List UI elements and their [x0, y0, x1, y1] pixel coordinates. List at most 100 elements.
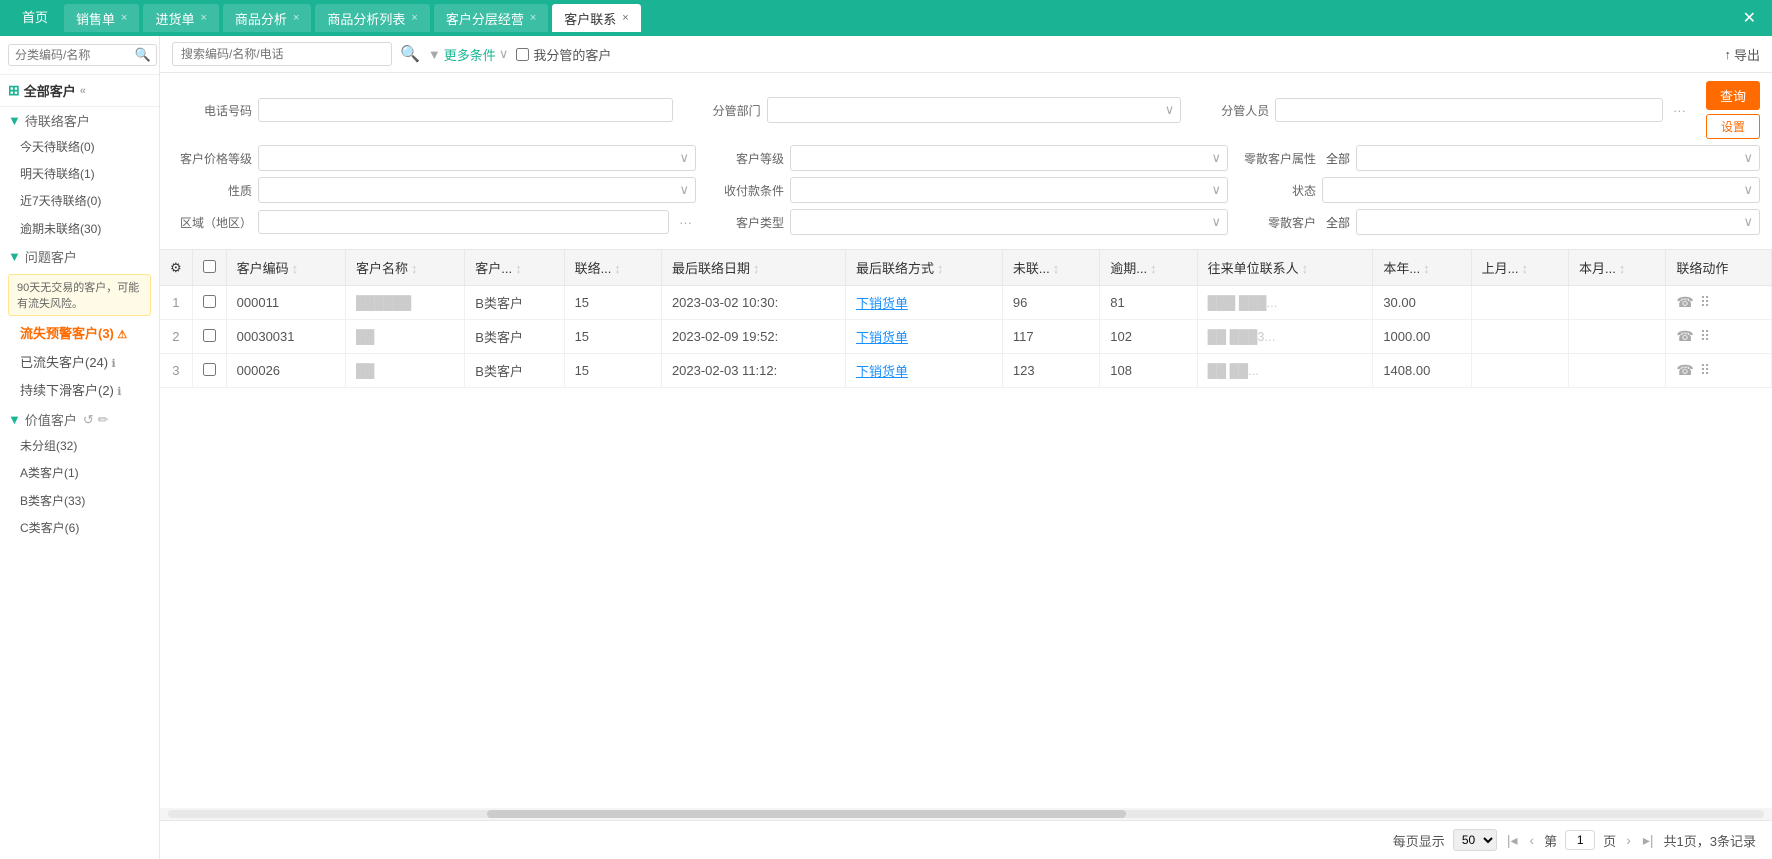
more-icon-3[interactable]: ⠿: [1700, 362, 1710, 379]
tab-customer-contact[interactable]: 客户联系 ×: [552, 4, 640, 32]
tab-purchase[interactable]: 进货单 ×: [143, 4, 218, 32]
col-overdue[interactable]: 逾期...↕: [1100, 250, 1197, 286]
filter-price-level: 客户价格等级 ∨: [172, 145, 696, 171]
sidebar-item-declining[interactable]: 持续下滑客户(2) ℹ: [0, 377, 159, 406]
sidebar-item-b-class[interactable]: B类客户(33): [0, 488, 159, 515]
my-customers-label[interactable]: 我分管的客户: [516, 45, 611, 64]
contact-icon-1[interactable]: ☎: [1676, 294, 1693, 311]
sidebar-group-value[interactable]: ▼ 价值客户 ↺ ✏: [0, 406, 159, 433]
sidebar-item-c-class[interactable]: C类客户(6): [0, 515, 159, 542]
col-this-month[interactable]: 本月...↕: [1569, 250, 1666, 286]
row-select-2[interactable]: [203, 329, 216, 342]
status-select[interactable]: ∨: [1322, 177, 1760, 203]
customer-level-select[interactable]: ∨: [790, 145, 1228, 171]
phone-input[interactable]: [258, 98, 673, 122]
row-select-3[interactable]: [203, 363, 216, 376]
horizontal-scrollbar[interactable]: [160, 808, 1772, 820]
col-type[interactable]: 客户...↕: [465, 250, 564, 286]
contact-icon-3[interactable]: ☎: [1676, 362, 1693, 379]
tab-customer-segment[interactable]: 客户分层经营 ×: [434, 4, 548, 32]
sidebar-item-churn-warning[interactable]: 流失预警客户(3) ⚠: [0, 320, 159, 349]
next-page-button[interactable]: ›: [1624, 832, 1633, 848]
table-row: 1 000011 ██████ B类客户 15 2023-03-02 10:30…: [160, 286, 1772, 320]
edit-icon[interactable]: ✏: [98, 412, 109, 428]
refresh-icon[interactable]: ↺: [83, 412, 94, 428]
manager-input[interactable]: [1275, 98, 1663, 122]
col-last-date[interactable]: 最后联络日期↕: [661, 250, 845, 286]
close-tab-analysis-list[interactable]: ×: [411, 12, 417, 24]
col-unlisted[interactable]: 未联...↕: [1002, 250, 1099, 286]
page-number-input[interactable]: 1: [1565, 830, 1595, 850]
tab-analysis[interactable]: 商品分析 ×: [223, 4, 311, 32]
row-method-1[interactable]: 下销货单: [845, 286, 1002, 320]
payment-select[interactable]: ∨: [790, 177, 1228, 203]
col-last-month[interactable]: 上月...↕: [1471, 250, 1568, 286]
tab-home[interactable]: 首页: [8, 0, 62, 36]
sidebar-group-pending[interactable]: ▼ 待联络客户: [0, 107, 159, 134]
first-page-button[interactable]: |◂: [1505, 832, 1520, 849]
close-tab-analysis[interactable]: ×: [293, 12, 299, 24]
row-select-1[interactable]: [203, 295, 216, 308]
query-button[interactable]: 查询: [1706, 81, 1760, 110]
zero-customer-select[interactable]: ∨: [1356, 209, 1760, 235]
gender-select[interactable]: ∨: [258, 177, 696, 203]
col-checkbox[interactable]: [192, 250, 226, 286]
contact-icon-2[interactable]: ☎: [1676, 328, 1693, 345]
row-date-3: 2023-02-03 11:12:: [661, 354, 845, 388]
status-arrow: ∨: [1743, 182, 1753, 198]
price-level-select[interactable]: ∨: [258, 145, 696, 171]
col-this-year[interactable]: 本年...↕: [1373, 250, 1471, 286]
close-tab-sales[interactable]: ×: [121, 12, 127, 24]
zero-attr-select[interactable]: ∨: [1356, 145, 1760, 171]
customer-type-select[interactable]: ∨: [790, 209, 1228, 235]
tab-sales[interactable]: 销售单 ×: [64, 4, 139, 32]
sidebar-item-churned[interactable]: 已流失客户(24) ℹ: [0, 349, 159, 378]
row-checkbox-3[interactable]: [192, 354, 226, 388]
export-button[interactable]: ↑ 导出: [1724, 45, 1760, 64]
more-icon-2[interactable]: ⠿: [1700, 328, 1710, 345]
sidebar-item-tomorrow[interactable]: 明天待联络(1): [0, 161, 159, 188]
close-tab-customer-contact[interactable]: ×: [622, 12, 628, 24]
prev-page-button[interactable]: ‹: [1527, 832, 1536, 848]
row-checkbox-2[interactable]: [192, 320, 226, 354]
row-method-3[interactable]: 下销货单: [845, 354, 1002, 388]
col-action: 联络动作: [1666, 250, 1772, 286]
col-last-method[interactable]: 最后联络方式↕: [845, 250, 1002, 286]
sidebar-group-problem[interactable]: ▼ 问题客户: [0, 243, 159, 270]
region-input[interactable]: [258, 210, 669, 234]
row-method-2[interactable]: 下销货单: [845, 320, 1002, 354]
row-tm-1: [1569, 286, 1666, 320]
close-tab-purchase[interactable]: ×: [200, 12, 206, 24]
more-conditions-button[interactable]: ▼ 更多条件 ∨: [428, 45, 508, 64]
col-liaison[interactable]: 往来单位联系人↕: [1197, 250, 1373, 286]
filter-gender: 性质 ∨: [172, 177, 696, 203]
search-input[interactable]: [172, 42, 392, 66]
my-customers-checkbox[interactable]: [516, 48, 529, 61]
select-all-checkbox[interactable]: [203, 260, 216, 273]
more-icon-1[interactable]: ⠿: [1700, 294, 1710, 311]
search-button[interactable]: 🔍: [400, 44, 420, 64]
tab-analysis-list[interactable]: 商品分析列表 ×: [315, 4, 429, 32]
dept-select[interactable]: ∨: [767, 97, 1182, 123]
sidebar-item-ungrouped[interactable]: 未分组(32): [0, 433, 159, 460]
sidebar-item-overdue[interactable]: 逾期未联络(30): [0, 216, 159, 243]
last-page-button[interactable]: ▸|: [1641, 832, 1656, 849]
sidebar-item-a-class[interactable]: A类客户(1): [0, 460, 159, 487]
col-settings[interactable]: ⚙: [160, 250, 192, 286]
window-close-button[interactable]: ✕: [1735, 8, 1764, 28]
manager-dots[interactable]: ···: [1669, 103, 1690, 118]
close-tab-customer-segment[interactable]: ×: [530, 12, 536, 24]
sidebar-item-7days[interactable]: 近7天待联络(0): [0, 188, 159, 215]
region-dots[interactable]: ···: [675, 215, 696, 230]
scroll-track[interactable]: [168, 810, 1764, 818]
per-page-select[interactable]: 50: [1453, 829, 1497, 851]
row-num-1: 1: [160, 286, 192, 320]
row-checkbox-1[interactable]: [192, 286, 226, 320]
sidebar-item-today[interactable]: 今天待联络(0): [0, 134, 159, 161]
settings-button[interactable]: 设置: [1706, 114, 1760, 139]
col-code[interactable]: 客户编码↕: [226, 250, 345, 286]
col-contact[interactable]: 联络...↕: [564, 250, 661, 286]
sidebar-all-customers[interactable]: ⊞ 全部客户 «: [0, 75, 159, 107]
col-name[interactable]: 客户名称↕: [345, 250, 464, 286]
scroll-thumb[interactable]: [487, 810, 1125, 818]
